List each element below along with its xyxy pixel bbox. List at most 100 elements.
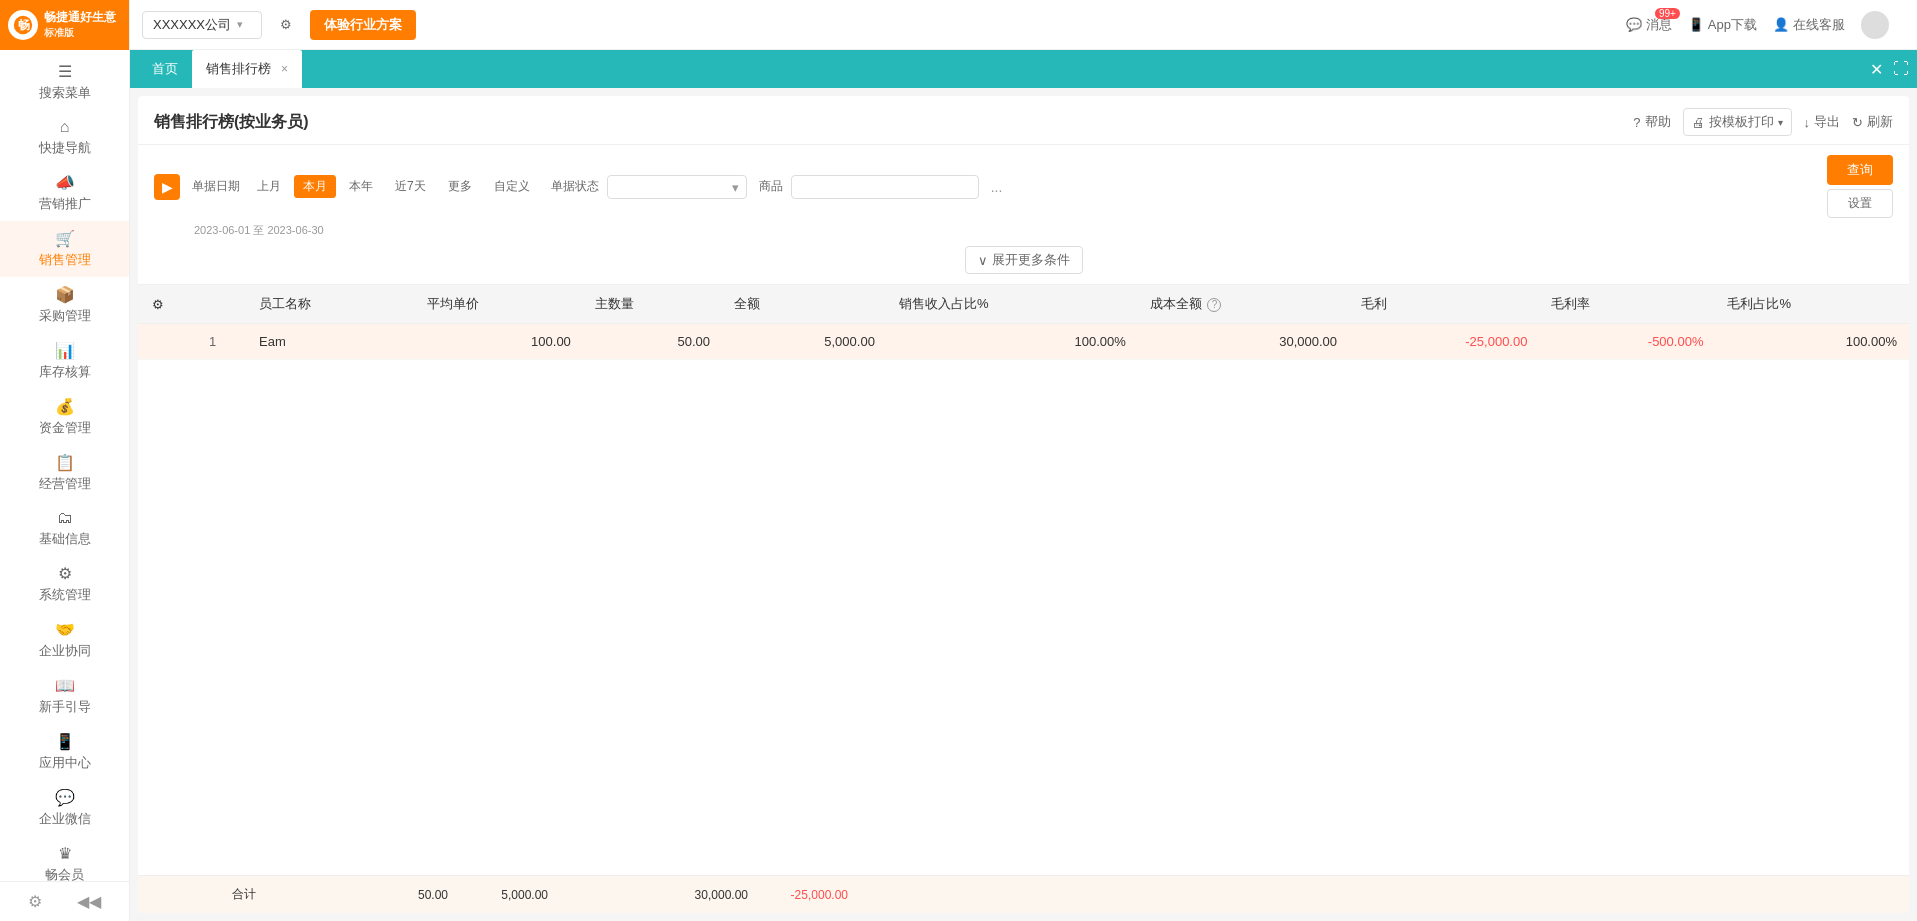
expand-more-btn[interactable]: ∨ 展开更多条件 (965, 246, 1083, 274)
footer-amount: 5,000.00 (460, 888, 560, 902)
sidebar-item-guide[interactable]: 📖 新手引导 (0, 668, 129, 724)
home-icon: ⌂ (60, 118, 70, 136)
member-icon: ♛ (58, 844, 72, 863)
minimize-icon[interactable]: ✕ (1870, 60, 1883, 79)
sidebar-item-purchase[interactable]: 📦 采购管理 (0, 277, 129, 333)
wechat-icon: 💬 (55, 788, 75, 807)
tab-close-icon[interactable]: × (281, 62, 288, 76)
table-footer: 合计 50.00 5,000.00 30,000.00 -25,000.00 (138, 875, 1909, 913)
footer-profit: -25,000.00 (760, 888, 860, 902)
date-tab-prev[interactable]: 上月 (248, 175, 290, 198)
sidebar-item-inventory[interactable]: 📊 库存核算 (0, 333, 129, 389)
date-tab-year[interactable]: 本年 (340, 175, 382, 198)
sidebar-collapse-btn[interactable]: ◀◀ (77, 892, 101, 911)
sidebar-item-wechat[interactable]: 💬 企业微信 (0, 780, 129, 836)
date-tab-custom[interactable]: 自定义 (485, 175, 539, 198)
company-selector[interactable]: XXXXXX公司 ▾ (142, 11, 262, 39)
export-btn[interactable]: ↓ 导出 (1804, 113, 1841, 131)
gear-icon: ⚙ (280, 17, 292, 32)
purchase-icon: 📦 (55, 285, 75, 304)
date-filter-section: 单据日期 上月 本月 本年 近7天 更多 自定义 (192, 175, 539, 198)
marketing-icon: 📣 (55, 173, 75, 192)
sidebar-item-marketing[interactable]: 📣 营销推广 (0, 165, 129, 221)
sales-icon: 🛒 (55, 229, 75, 248)
query-section: 查询 设置 (1827, 155, 1893, 218)
tab-bar-right: ✕ ⛶ (1870, 60, 1909, 79)
collapse-arrow-btn[interactable]: ▶ (154, 174, 180, 200)
expand-icon[interactable]: ⛶ (1893, 60, 1909, 78)
basics-icon: 🗂 (57, 509, 73, 527)
header-settings-btn[interactable]: ⚙ (272, 11, 300, 39)
page-title: 销售排行榜(按业务员) (154, 112, 309, 133)
cell-index-0: 1 (178, 324, 247, 360)
col-cost: 成本全额 ? (1138, 285, 1349, 324)
goods-input[interactable] (791, 175, 979, 199)
help-icon: ? (1633, 115, 1640, 130)
col-amount: 全额 (722, 285, 887, 324)
download-icon: 📱 (1688, 17, 1704, 32)
sidebar-item-apps[interactable]: 📱 应用中心 (0, 724, 129, 780)
cell-quantity-0: 50.00 (583, 324, 722, 360)
date-range-display: 2023-06-01 至 2023-06-30 (194, 224, 324, 236)
date-tab-more[interactable]: 更多 (439, 175, 481, 198)
sidebar-bottom: ⚙ ◀◀ (0, 881, 129, 921)
print-btn[interactable]: 🖨 按模板打印 ▾ (1683, 108, 1792, 136)
cell-cost-0: 30,000.00 (1138, 324, 1349, 360)
trial-button[interactable]: 体验行业方案 (310, 10, 416, 40)
col-sales-ratio: 销售收入占比% (887, 285, 1138, 324)
col-profit-ratio: 毛利占比% (1715, 285, 1909, 324)
service-icon: 👤 (1773, 17, 1789, 32)
avatar[interactable] (1861, 11, 1889, 39)
sidebar-item-operations[interactable]: 📋 经营管理 (0, 445, 129, 501)
tab-sales-ranking[interactable]: 销售排行榜 × (192, 50, 302, 88)
status-select-wrapper (607, 175, 747, 199)
system-icon: ⚙ (58, 564, 72, 583)
sidebar: 畅 畅捷通好生意 标准版 ☰ 搜索菜单 ⌂ 快捷导航 📣 营销推广 🛒 销售管理… (0, 0, 130, 921)
sidebar-item-shortcuts[interactable]: ⌂ 快捷导航 (0, 110, 129, 165)
col-quantity: 主数量 (583, 285, 722, 324)
settings-link-button[interactable]: 设置 (1827, 189, 1893, 218)
app-download-btn[interactable]: 📱 App下载 (1688, 16, 1757, 34)
content-area: 销售排行榜(按业务员) ? 帮助 🖨 按模板打印 ▾ ↓ 导出 (130, 88, 1917, 921)
help-btn[interactable]: ? 帮助 (1633, 113, 1670, 131)
finance-icon: 💰 (55, 397, 75, 416)
page-actions: ? 帮助 🖨 按模板打印 ▾ ↓ 导出 ↻ 刷新 (1633, 108, 1893, 136)
sidebar-item-basics[interactable]: 🗂 基础信息 (0, 501, 129, 556)
refresh-btn[interactable]: ↻ 刷新 (1852, 113, 1893, 131)
date-tab-week[interactable]: 近7天 (386, 175, 435, 198)
goods-more-btn[interactable]: ... (987, 179, 1007, 195)
col-name: 员工名称 (247, 285, 415, 324)
main-area: XXXXXX公司 ▾ ⚙ 体验行业方案 💬 消息 99+ 📱 App下载 👤 在… (130, 0, 1917, 921)
sidebar-item-search[interactable]: ☰ 搜索菜单 (0, 54, 129, 110)
message-icon: 💬 (1626, 17, 1642, 32)
sidebar-item-sales[interactable]: 🛒 销售管理 (0, 221, 129, 277)
col-profit: 毛利 (1349, 285, 1539, 324)
inventory-icon: 📊 (55, 341, 75, 360)
status-label: 单据状态 (551, 178, 599, 195)
message-btn[interactable]: 💬 消息 99+ (1626, 16, 1672, 34)
data-table: ⚙ 员工名称 平均单价 主数量 全额 销售收入占比% 成本全额 ? 毛利 (138, 285, 1909, 360)
logo-icon: 畅 (8, 10, 38, 40)
printer-icon: 🖨 (1692, 115, 1705, 130)
sidebar-settings-btn[interactable]: ⚙ (28, 892, 42, 911)
sidebar-item-finance[interactable]: 💰 资金管理 (0, 389, 129, 445)
enterprise-icon: 🤝 (55, 620, 75, 639)
sidebar-item-enterprise[interactable]: 🤝 企业协同 (0, 612, 129, 668)
sidebar-item-member[interactable]: ♛ 畅会员 (0, 836, 129, 881)
sidebar-item-system[interactable]: ⚙ 系统管理 (0, 556, 129, 612)
table-container: ⚙ 员工名称 平均单价 主数量 全额 销售收入占比% 成本全额 ? 毛利 (138, 285, 1909, 875)
refresh-icon: ↻ (1852, 115, 1863, 130)
status-select[interactable] (607, 175, 747, 199)
date-tab-current[interactable]: 本月 (294, 175, 336, 198)
top-header: XXXXXX公司 ▾ ⚙ 体验行业方案 💬 消息 99+ 📱 App下载 👤 在… (130, 0, 1917, 50)
online-service-btn[interactable]: 👤 在线客服 (1773, 16, 1845, 34)
logo: 畅 畅捷通好生意 标准版 (0, 0, 129, 50)
tab-home[interactable]: 首页 (138, 50, 192, 88)
cost-help-icon[interactable]: ? (1207, 298, 1221, 312)
export-icon: ↓ (1804, 115, 1811, 130)
search-menu-icon: ☰ (58, 62, 72, 81)
col-settings[interactable]: ⚙ (138, 285, 178, 324)
footer-quantity: 50.00 (380, 888, 460, 902)
query-button[interactable]: 查询 (1827, 155, 1893, 185)
cell-sales-ratio-0: 100.00% (887, 324, 1138, 360)
